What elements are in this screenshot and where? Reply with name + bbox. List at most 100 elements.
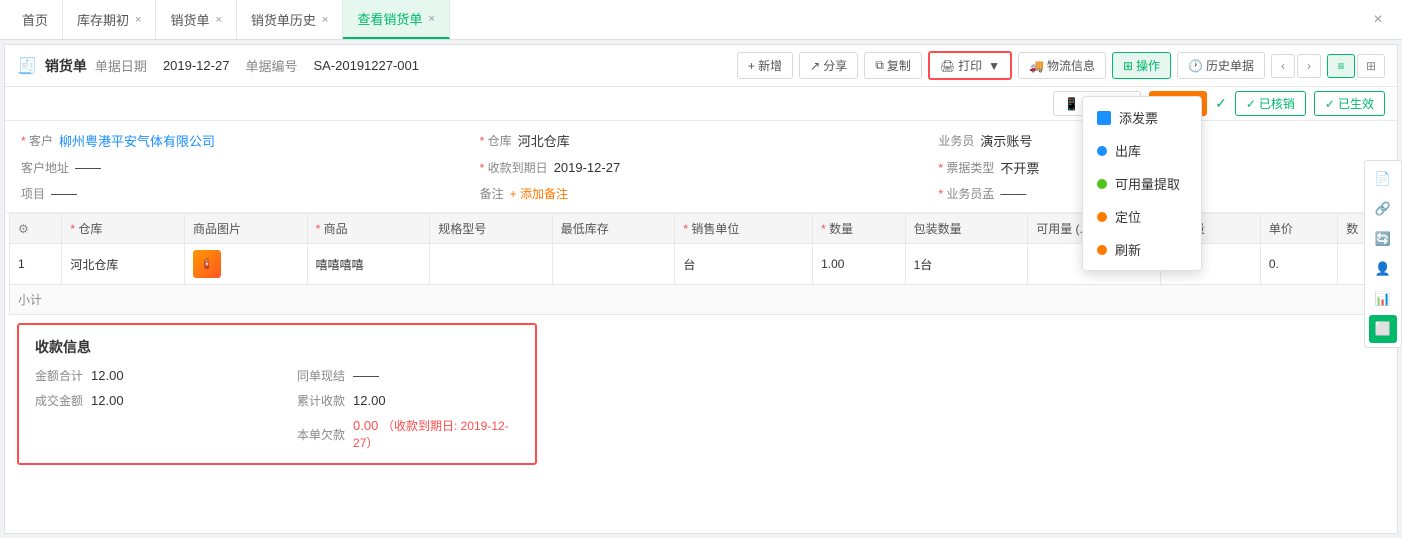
sidebar-chart-icon[interactable]: 📊 bbox=[1369, 285, 1397, 313]
next-arrow[interactable]: › bbox=[1297, 54, 1321, 78]
logistics-icon: 🚚 bbox=[1029, 59, 1044, 73]
add-invoice-icon bbox=[1097, 111, 1111, 125]
doc-icon: 🧾 bbox=[17, 56, 37, 76]
total-label: 金额合计 bbox=[35, 367, 83, 384]
operate-button[interactable]: ⊞ 操作 bbox=[1112, 52, 1171, 79]
sidebar-expand-icon[interactable]: ⬜ bbox=[1369, 315, 1397, 343]
total-row: 金额合计 12.00 bbox=[35, 367, 257, 384]
payment-grid: 金额合计 12.00 成交金额 12.00 同单现结 —— 累计收款 bbox=[35, 367, 519, 451]
prev-arrow[interactable]: ‹ bbox=[1271, 54, 1295, 78]
sidebar-doc-icon[interactable]: 📄 bbox=[1369, 165, 1397, 193]
tab-sales-history[interactable]: 销货单历史 × bbox=[237, 0, 343, 39]
outstanding-row: 本单欠款 0.00 （收款到期日: 2019-12-27） bbox=[297, 417, 519, 451]
logistics-button[interactable]: 🚚 物流信息 bbox=[1018, 52, 1106, 79]
date-label: 单据日期 bbox=[95, 56, 147, 75]
close-view-sales[interactable]: × bbox=[428, 13, 434, 25]
cell-spec bbox=[430, 244, 553, 285]
number-value: SA-20191227-001 bbox=[313, 58, 419, 73]
menu-refresh[interactable]: 刷新 bbox=[1083, 233, 1201, 266]
doc-name: 销货单 bbox=[45, 56, 87, 76]
menu-locate[interactable]: 定位 bbox=[1083, 200, 1201, 233]
phone-icon: 📱 bbox=[1064, 97, 1079, 111]
view-toggle: ≡ ⊞ bbox=[1327, 54, 1385, 78]
payment-section: 收款信息 金额合计 12.00 成交金额 12.00 同单现结 —— bbox=[17, 323, 537, 465]
payment-date-label: 收款到期日 bbox=[480, 159, 548, 176]
doc-title-area: 🧾 销货单 单据日期 2019-12-27 单据编号 SA-20191227-0… bbox=[17, 56, 729, 76]
tab-view-sales[interactable]: 查看销货单 × bbox=[343, 0, 449, 39]
subtotal-label: 小计 bbox=[10, 285, 1393, 315]
copy-button[interactable]: ⧉ 复制 bbox=[864, 52, 922, 79]
outstanding-value: 0.00 （收款到期日: 2019-12-27） bbox=[353, 417, 519, 451]
total-value: 12.00 bbox=[91, 368, 124, 383]
col-settings[interactable]: ⚙ bbox=[10, 214, 62, 244]
agent-label: 业务员孟 bbox=[938, 185, 994, 202]
settings-icon[interactable]: ⚙ bbox=[18, 222, 29, 236]
cumulative-value: 12.00 bbox=[353, 393, 386, 408]
print-dropdown-arrow: ▼ bbox=[988, 59, 1000, 73]
number-label: 单据编号 bbox=[245, 56, 297, 75]
cell-min-stock bbox=[552, 244, 675, 285]
close-inventory-init[interactable]: × bbox=[135, 14, 141, 26]
project-row: 项目 —— bbox=[21, 185, 464, 202]
tab-home[interactable]: 首页 bbox=[8, 0, 63, 39]
col-quantity: 数量 bbox=[813, 214, 905, 244]
history-icon: 🕐 bbox=[1188, 59, 1203, 73]
print-button[interactable]: 🖨 打印 ▼ bbox=[928, 51, 1012, 80]
new-button[interactable]: + 新增 bbox=[737, 52, 793, 79]
tab-bar-close[interactable]: × bbox=[1362, 4, 1394, 36]
toolbar-actions: + 新增 ↗ 分享 ⧉ 复制 🖨 打印 ▼ 🚚 物流信息 bbox=[737, 51, 1385, 80]
col-spec: 规格型号 bbox=[430, 214, 553, 244]
col-pack-qty: 包装数量 bbox=[905, 214, 1028, 244]
outstanding-label: 本单欠款 bbox=[297, 426, 345, 443]
sidebar-user-icon[interactable]: 👤 bbox=[1369, 255, 1397, 283]
close-sales-history[interactable]: × bbox=[322, 14, 328, 26]
refresh-icon bbox=[1097, 245, 1107, 255]
effective-button[interactable]: ✓ 已生效 bbox=[1314, 91, 1385, 116]
add-note-button[interactable]: + 添加备注 bbox=[510, 185, 568, 202]
menu-add-invoice[interactable]: 添发票 bbox=[1083, 101, 1201, 134]
share-button[interactable]: ↗ 分享 bbox=[799, 52, 858, 79]
tab-inventory-init[interactable]: 库存期初 × bbox=[63, 0, 156, 39]
warehouse-value: 河北仓库 bbox=[518, 131, 570, 150]
project-label: 项目 bbox=[21, 185, 45, 202]
address-value: —— bbox=[75, 160, 101, 175]
address-row: 客户地址 —— bbox=[21, 158, 464, 177]
history-button[interactable]: 🕐 历史单据 bbox=[1177, 52, 1265, 79]
transaction-label: 成交金额 bbox=[35, 392, 83, 409]
customer-label: 客户 bbox=[21, 132, 53, 149]
salesperson-label: 业务员 bbox=[938, 132, 974, 149]
cumulative-label: 累计收款 bbox=[297, 392, 345, 409]
cumulative-row: 累计收款 12.00 bbox=[297, 392, 519, 409]
grid-view-btn[interactable]: ⊞ bbox=[1357, 54, 1385, 78]
confirmed-button[interactable]: ✓ 已核销 bbox=[1235, 91, 1306, 116]
menu-out-warehouse[interactable]: 出库 bbox=[1083, 134, 1201, 167]
col-min-stock: 最低库存 bbox=[552, 214, 675, 244]
sidebar-sync-icon[interactable]: 🔄 bbox=[1369, 225, 1397, 253]
project-value: —— bbox=[51, 186, 77, 201]
col-warehouse: 仓库 bbox=[62, 214, 185, 244]
same-order-label: 同单现结 bbox=[297, 367, 345, 384]
transaction-value: 12.00 bbox=[91, 393, 124, 408]
product-thumbnail: 🧯 bbox=[193, 250, 221, 278]
out-warehouse-icon bbox=[1097, 146, 1107, 156]
nav-arrows: ‹ › bbox=[1271, 54, 1321, 78]
invoice-type-label: 票据类型 bbox=[938, 159, 994, 176]
same-order-value: —— bbox=[353, 368, 379, 383]
customer-value[interactable]: 柳州粤港平安气体有限公司 bbox=[59, 131, 215, 150]
transaction-row: 成交金额 12.00 bbox=[35, 392, 257, 409]
tab-sales-order[interactable]: 销货单 × bbox=[156, 0, 236, 39]
confirmed-check-icon: ✓ bbox=[1246, 97, 1256, 111]
address-label: 客户地址 bbox=[21, 159, 69, 176]
cell-pack-qty: 1台 bbox=[905, 244, 1028, 285]
cell-product-image: 🧯 bbox=[184, 244, 307, 285]
col-sales-unit: 销售单位 bbox=[675, 214, 813, 244]
menu-available-qty[interactable]: 可用量提取 bbox=[1083, 167, 1201, 200]
close-sales-order[interactable]: × bbox=[215, 14, 221, 26]
tab-bar: 首页 库存期初 × 销货单 × 销货单历史 × 查看销货单 × × bbox=[0, 0, 1402, 40]
right-sidebar: 📄 🔗 🔄 👤 📊 ⬜ bbox=[1364, 160, 1402, 348]
warehouse-row: 仓库 河北仓库 bbox=[480, 131, 923, 150]
list-view-btn[interactable]: ≡ bbox=[1327, 54, 1355, 78]
warehouse-label: 仓库 bbox=[480, 132, 512, 149]
sidebar-link-icon[interactable]: 🔗 bbox=[1369, 195, 1397, 223]
check-icon: ✓ bbox=[1215, 95, 1227, 112]
